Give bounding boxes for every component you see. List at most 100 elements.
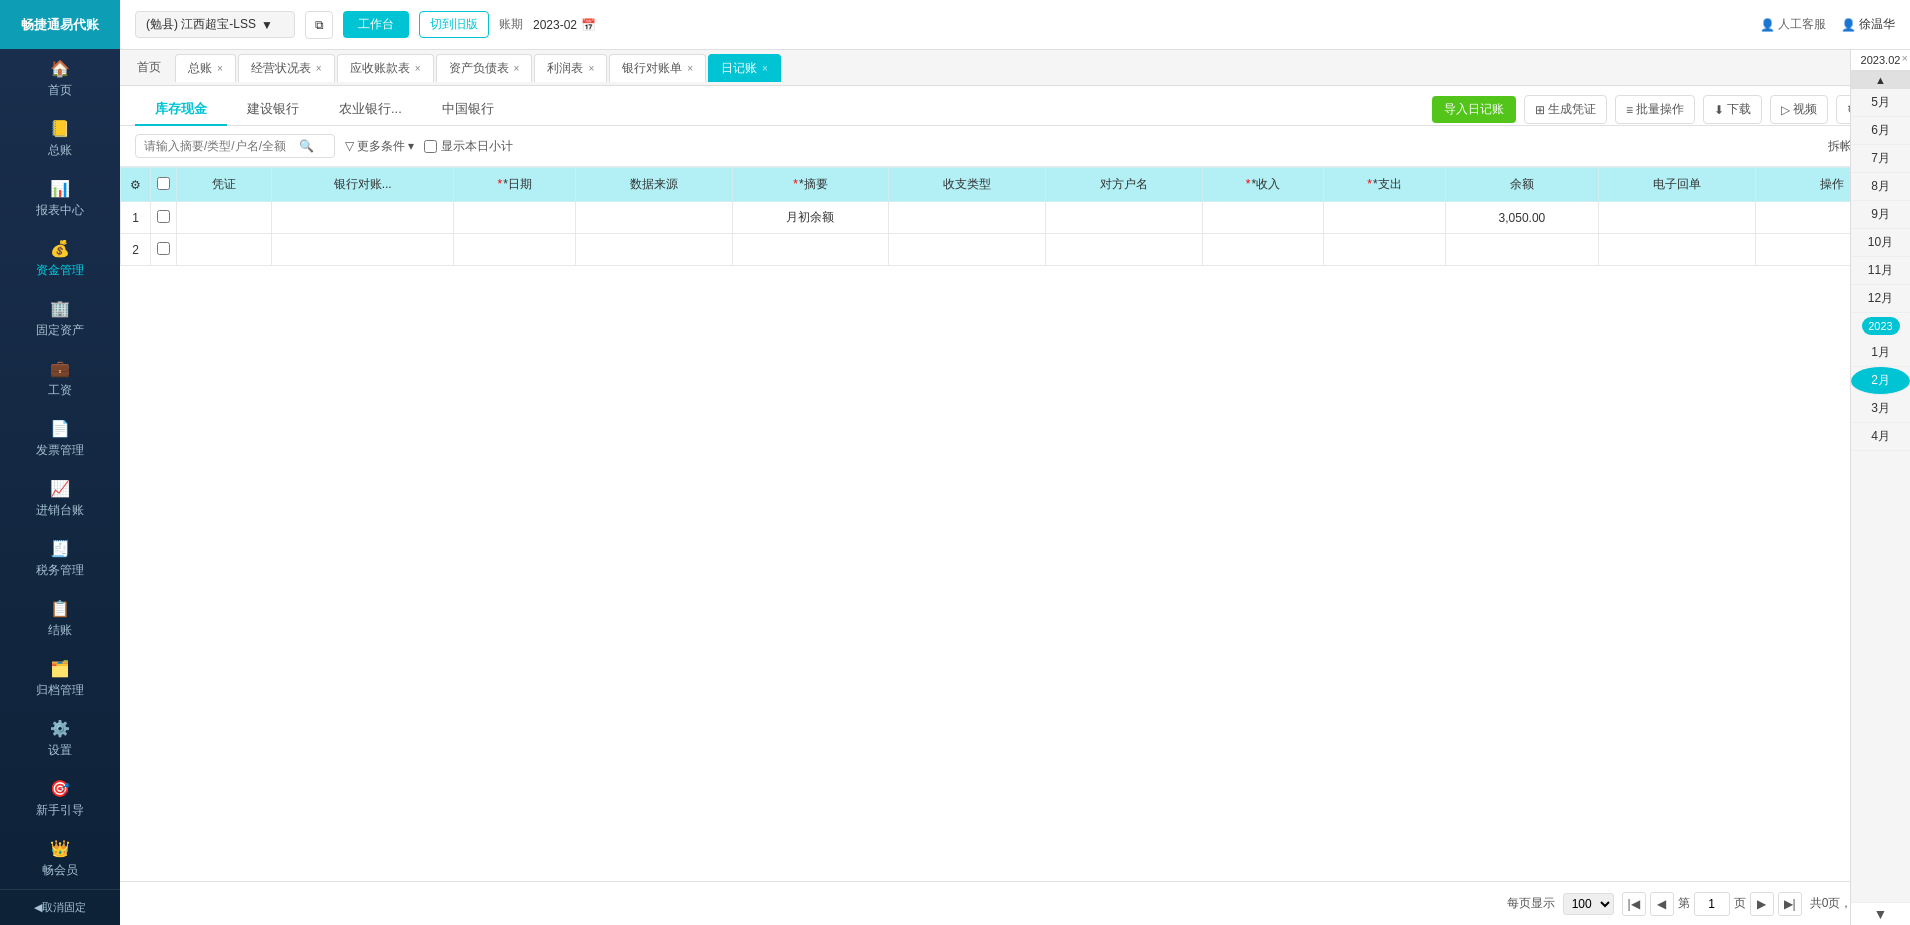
sidebar-item-archive[interactable]: 🗂️ 归档管理 xyxy=(0,649,120,709)
month-9[interactable]: 9月 xyxy=(1851,201,1910,229)
tab-bank-reconcile[interactable]: 银行对账单 × xyxy=(609,54,706,82)
tab-receivables-close[interactable]: × xyxy=(415,63,421,74)
search-icon[interactable]: 🔍 xyxy=(299,139,314,153)
sidebar-item-archive-label: 归档管理 xyxy=(36,682,84,699)
tab-business-status-close[interactable]: × xyxy=(316,63,322,74)
sidebar-item-closing[interactable]: 📋 结账 xyxy=(0,589,120,649)
month-7[interactable]: 7月 xyxy=(1851,145,1910,173)
customer-service-btn[interactable]: 👤 人工客服 xyxy=(1760,16,1826,33)
show-daily-sum-checkbox[interactable] xyxy=(424,140,437,153)
sidebar-item-member-label: 畅会员 xyxy=(42,862,78,879)
download-label: 下载 xyxy=(1727,101,1751,118)
next-page-btn[interactable]: ▶ xyxy=(1750,892,1774,916)
sidebar-item-settings-label: 设置 xyxy=(48,742,72,759)
month-6[interactable]: 6月 xyxy=(1851,117,1910,145)
page-input[interactable] xyxy=(1694,892,1730,916)
tab-home[interactable]: 首页 xyxy=(125,54,173,82)
filter-button[interactable]: ▽ 更多条件 ▾ xyxy=(345,138,414,155)
date-panel-close-btn[interactable]: × xyxy=(1902,52,1908,64)
user-profile-btn[interactable]: 👤 徐温华 xyxy=(1841,16,1895,33)
row2-select-checkbox[interactable] xyxy=(157,242,170,255)
tab-bank-reconcile-label: 银行对账单 xyxy=(622,60,682,77)
company-selector[interactable]: (勉县) 江西超宝-LSS ▼ xyxy=(135,11,295,38)
tab-ledger[interactable]: 总账 × xyxy=(175,54,236,82)
per-page-select[interactable]: 100 50 200 xyxy=(1563,893,1614,915)
row2-checkbox[interactable] xyxy=(151,234,177,266)
gen-voucher-button[interactable]: ⊞ 生成凭证 xyxy=(1524,95,1607,124)
month-12[interactable]: 12月 xyxy=(1851,285,1910,313)
copy-button[interactable]: ⧉ xyxy=(305,11,333,39)
month-8[interactable]: 8月 xyxy=(1851,173,1910,201)
service-icon: 👤 xyxy=(1760,18,1775,32)
sidebar-item-sales[interactable]: 📈 进销台账 xyxy=(0,469,120,529)
sidebar-item-fixed-assets[interactable]: 🏢 固定资产 xyxy=(0,289,120,349)
search-wrap[interactable]: 🔍 xyxy=(135,134,335,158)
batch-button[interactable]: ≡ 批量操作 xyxy=(1615,95,1695,124)
sidebar-item-salary[interactable]: 💼 工资 xyxy=(0,349,120,409)
first-page-btn[interactable]: |◀ xyxy=(1622,892,1646,916)
workbench-button[interactable]: 工作台 xyxy=(343,11,409,38)
tab-journal-close[interactable]: × xyxy=(762,63,768,74)
tab-receivables[interactable]: 应收账款表 × xyxy=(337,54,434,82)
row2-income xyxy=(1202,234,1324,266)
tab-receivables-label: 应收账款表 xyxy=(350,60,410,77)
sub-tab-actions: 导入日记账 ⊞ 生成凭证 ≡ 批量操作 ⬇ 下载 ▷ 视频 xyxy=(1432,95,1895,124)
table-header-checkbox[interactable] xyxy=(151,168,177,202)
tab-bank-reconcile-close[interactable]: × xyxy=(687,63,693,74)
sidebar-item-invoice[interactable]: 📄 发票管理 xyxy=(0,409,120,469)
month-10[interactable]: 10月 xyxy=(1851,229,1910,257)
sidebar-item-ledger[interactable]: 📒 总账 xyxy=(0,109,120,169)
row1-checkbox[interactable] xyxy=(151,202,177,234)
sub-tab-cash[interactable]: 库存现金 xyxy=(135,94,227,126)
table-header-voucher: 凭证 xyxy=(177,168,272,202)
date-panel-year-nav-down[interactable]: ▼ xyxy=(1851,902,1910,925)
month-2[interactable]: 2月 xyxy=(1851,367,1910,395)
sidebar-item-home[interactable]: 🏠 首页 xyxy=(0,49,120,109)
show-daily-sum-label: 显示本日小计 xyxy=(441,138,513,155)
sub-tab-ccb[interactable]: 建设银行 xyxy=(227,94,319,126)
prev-page-btn[interactable]: ◀ xyxy=(1650,892,1674,916)
tab-journal[interactable]: 日记账 × xyxy=(708,54,781,82)
sidebar-item-funds[interactable]: 💰 资金管理 xyxy=(0,229,120,289)
sub-tab-boc[interactable]: 中国银行 xyxy=(422,94,514,126)
tab-ledger-close[interactable]: × xyxy=(217,63,223,74)
tab-balance-sheet[interactable]: 资产负债表 × xyxy=(436,54,533,82)
select-all-checkbox[interactable] xyxy=(157,177,170,190)
tab-profit[interactable]: 利润表 × xyxy=(534,54,607,82)
table-header-e-receipt: 电子回单 xyxy=(1599,168,1756,202)
row1-date xyxy=(454,202,576,234)
sidebar-item-settings[interactable]: ⚙️ 设置 xyxy=(0,709,120,769)
gen-voucher-label: 生成凭证 xyxy=(1548,101,1596,118)
table-header-counterpart: 对方户名 xyxy=(1045,168,1202,202)
show-daily-sum-toggle[interactable]: 显示本日小计 xyxy=(424,138,513,155)
sidebar-item-guide[interactable]: 🎯 新手引导 xyxy=(0,769,120,829)
month-1[interactable]: 1月 xyxy=(1851,339,1910,367)
download-button[interactable]: ⬇ 下载 xyxy=(1703,95,1762,124)
sidebar-item-tax[interactable]: 🧾 税务管理 xyxy=(0,529,120,589)
old-version-button[interactable]: 切到旧版 xyxy=(419,11,489,38)
month-3[interactable]: 3月 xyxy=(1851,395,1910,423)
period-value[interactable]: 2023-02 📅 xyxy=(533,18,596,32)
last-page-btn[interactable]: ▶| xyxy=(1778,892,1802,916)
month-5[interactable]: 5月 xyxy=(1851,89,1910,117)
sub-tab-abc[interactable]: 农业银行... xyxy=(319,94,422,126)
sidebar-pin-toggle[interactable]: ◀ 取消固定 xyxy=(0,889,120,925)
filter-icon: ▽ xyxy=(345,139,354,153)
date-panel-year-nav-up[interactable]: ▲ xyxy=(1851,71,1910,89)
user-name-text: 徐温华 xyxy=(1859,16,1895,33)
video-button[interactable]: ▷ 视频 xyxy=(1770,95,1828,124)
tab-business-status[interactable]: 经营状况表 × xyxy=(238,54,335,82)
sidebar-item-reports[interactable]: 📊 报表中心 xyxy=(0,169,120,229)
month-4[interactable]: 4月 xyxy=(1851,423,1910,451)
tab-balance-sheet-close[interactable]: × xyxy=(514,63,520,74)
table-header-settings[interactable]: ⚙ xyxy=(121,168,151,202)
funds-icon: 💰 xyxy=(50,239,70,258)
sidebar-item-member[interactable]: 👑 畅会员 xyxy=(0,829,120,889)
import-journal-button[interactable]: 导入日记账 xyxy=(1432,96,1516,123)
page-nav: |◀ ◀ 第 页 ▶ ▶| xyxy=(1622,892,1802,916)
tab-profit-close[interactable]: × xyxy=(588,63,594,74)
search-input[interactable] xyxy=(144,139,294,153)
row1-select-checkbox[interactable] xyxy=(157,210,170,223)
month-11[interactable]: 11月 xyxy=(1851,257,1910,285)
topbar-right: 👤 人工客服 👤 徐温华 xyxy=(1760,16,1895,33)
